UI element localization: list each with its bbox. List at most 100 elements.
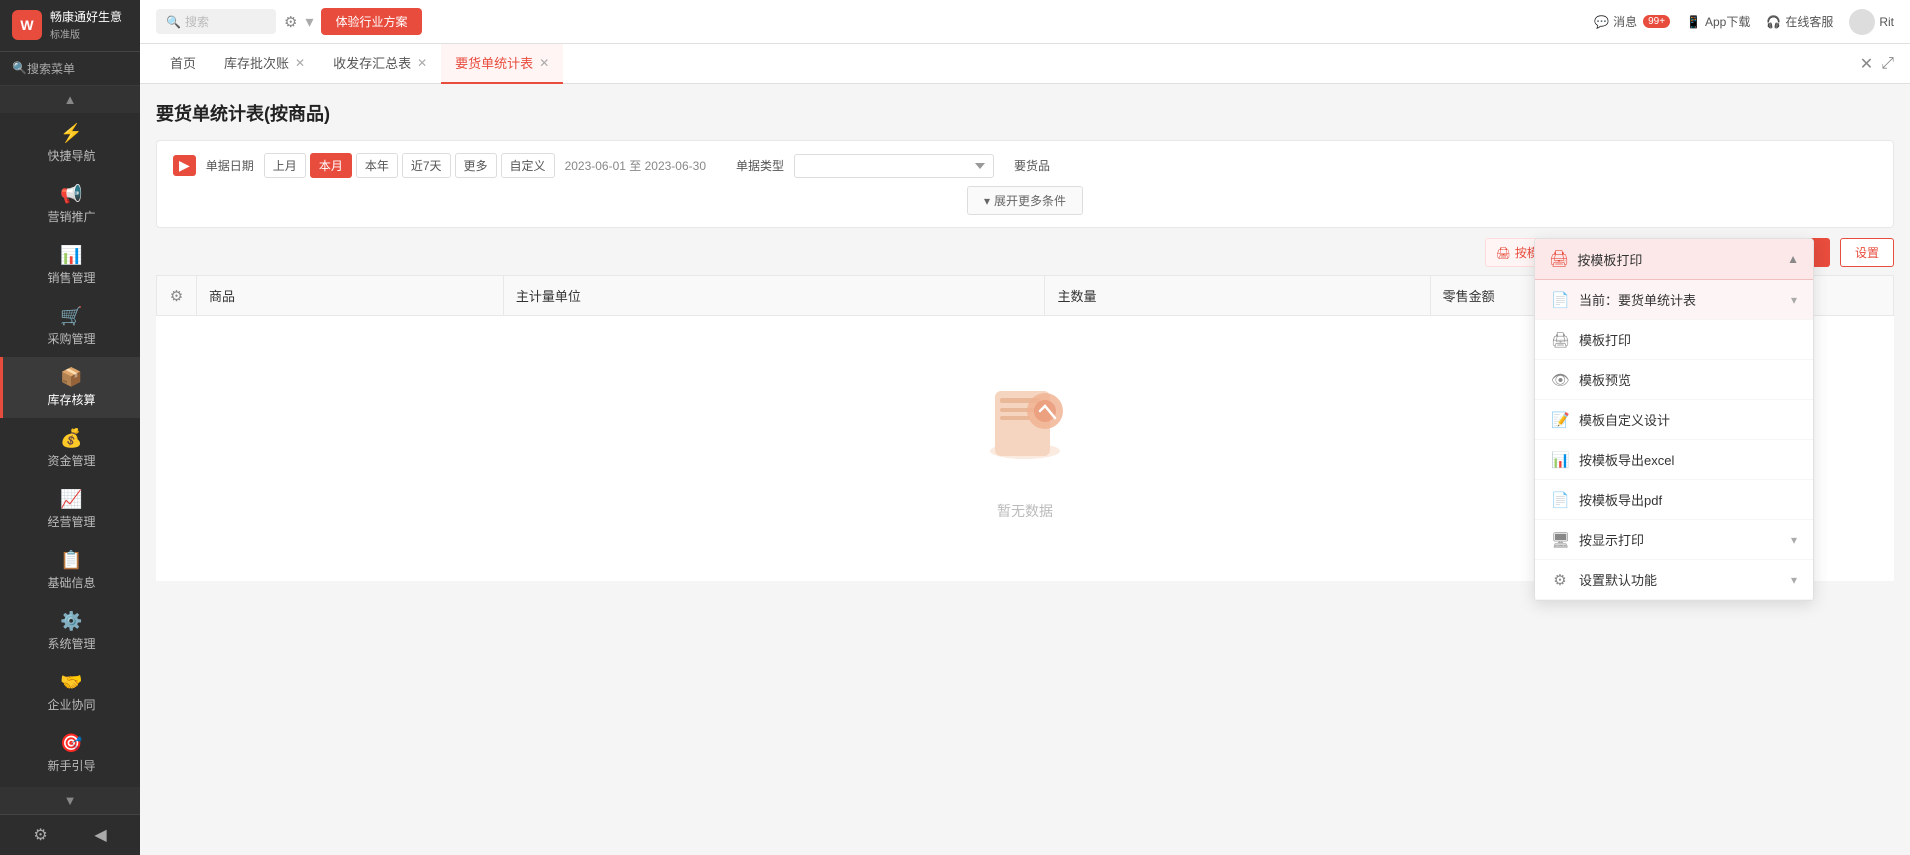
topbar: 🔍 搜索 ⚙ ▾ 体验行业方案 💬 消息 99+ 📱 App下载 🎧 在线客服 [140,0,1910,44]
trial-button[interactable]: 体验行业方案 [321,8,421,35]
window-close-button[interactable]: ✕ [1860,54,1873,74]
headset-icon: 🎧 [1766,15,1781,29]
date-btn-current-month[interactable]: 本月 [310,153,352,178]
tabs-bar: 首页 库存批次账 ✕ 收发存汇总表 ✕ 要货单统计表 ✕ ✕ ⤢ [140,44,1910,84]
finance-icon: 💰 [60,428,82,449]
topbar-right: 💬 消息 99+ 📱 App下载 🎧 在线客服 Rit [1594,9,1894,35]
dropdown-export-excel[interactable]: 📊 按模板导出excel [1535,440,1813,480]
sidebar-bottom: ⚙ ◀ [0,814,140,855]
sidebar-scroll-up[interactable]: ▲ [60,88,81,111]
template-preview-icon: 👁 [1551,371,1569,389]
phone-icon: 📱 [1686,15,1701,29]
app-logo-icon: W [12,10,42,40]
sidebar-item-enterprise[interactable]: 🤝 企业协同 [0,662,140,723]
date-btn-current-year[interactable]: 本年 [356,153,398,178]
export-pdf-icon: 📄 [1551,491,1569,509]
sidebar-item-purchase[interactable]: 🛒 采购管理 [0,296,140,357]
sidebar-settings-button[interactable]: ⚙ [33,825,47,845]
topbar-left: 🔍 搜索 ⚙ ▾ 体验行业方案 [156,8,1594,35]
col-unit: 主计量单位 [503,276,1045,316]
filter-expand-icon[interactable]: ▶ [173,155,196,176]
window-maximize-button[interactable]: ⤢ [1881,54,1894,74]
app-download-button[interactable]: 📱 App下载 [1686,13,1750,30]
dropdown-display-print[interactable]: 🖥 按显示打印 ▾ [1535,520,1813,560]
tab-home[interactable]: 首页 [156,44,210,84]
col-quantity: 主数量 [1045,276,1430,316]
topbar-search-box[interactable]: 🔍 搜索 [156,9,276,34]
tab-receivable-summary-close[interactable]: ✕ [417,56,427,70]
system-icon: ⚙️ [60,611,82,632]
col-settings-icon[interactable]: ⚙ [170,288,183,305]
sidebar-item-marketing[interactable]: 📢 营销推广 [0,174,140,235]
sidebar-logo: W 畅康通好生意 标准版 [0,0,140,52]
user-avatar-area[interactable]: Rit [1849,9,1894,35]
inventory-icon: 📦 [60,367,82,388]
customer-service-button[interactable]: 🎧 在线客服 [1766,13,1833,30]
print-dropdown: 🖨 按模板打印 ▲ 📄 当前：要货单统计表 ▾ 🖨 模板打印 👁 [1534,238,1814,601]
toolbar: 🖨 按模板打印 ▲ ⬆ 导出 ↻ 刷新 ··· 查询 设置 🖨 按模板打印 [156,238,1894,267]
sidebar-item-finance[interactable]: 💰 资金管理 [0,418,140,479]
purchase-icon: 🛒 [60,306,82,327]
sidebar-collapse-button[interactable]: ◀ [94,825,106,845]
settings-button[interactable]: 设置 [1840,238,1894,267]
sidebar-item-guide[interactable]: 🎯 新手引导 [0,723,140,784]
tab-receivable-summary[interactable]: 收发存汇总表 ✕ [319,44,441,84]
sidebar-scroll-down[interactable]: ▼ [60,789,81,812]
dropdown-template-preview[interactable]: 👁 模板预览 [1535,360,1813,400]
date-options: 上月 本月 本年 近7天 更多 自定义 [264,153,555,178]
marketing-icon: 📢 [60,184,82,205]
dropdown-current-template[interactable]: 📄 当前：要货单统计表 ▾ [1535,280,1813,320]
date-btn-prev-month[interactable]: 上月 [264,153,306,178]
page-title: 要货单统计表(按商品) [156,100,1894,126]
template-design-icon: 📝 [1551,411,1569,429]
col-settings[interactable]: ⚙ [157,276,197,316]
sales-icon: 📊 [60,245,82,266]
expand-more-btn[interactable]: ▾ 展开更多条件 [967,186,1083,215]
type-select[interactable] [794,154,994,178]
template-indicator-icon: 📄 [1551,291,1569,309]
window-buttons: ✕ ⤢ [1860,54,1894,74]
main-content: 🔍 搜索 ⚙ ▾ 体验行业方案 💬 消息 99+ 📱 App下载 🎧 在线客服 [140,0,1910,855]
expand-chevron-icon: ▾ [984,194,990,208]
date-btn-custom[interactable]: 自定义 [501,153,555,178]
export-excel-icon: 📊 [1551,451,1569,469]
message-button[interactable]: 💬 消息 99+ [1594,13,1670,30]
topbar-search-icon: 🔍 [166,15,181,29]
printer-icon: 🖨 [1496,246,1511,260]
sidebar-item-inventory[interactable]: 📦 库存核算 [0,357,140,418]
topbar-gear-icon[interactable]: ⚙ [284,13,297,31]
tab-inventory-batch[interactable]: 库存批次账 ✕ [210,44,319,84]
sidebar-item-sales[interactable]: 📊 销售管理 [0,235,140,296]
expand-more-row: ▾ 展开更多条件 [173,186,1877,215]
date-btn-last7[interactable]: 近7天 [402,153,451,178]
display-print-icon: 🖥 [1551,531,1569,549]
user-avatar [1849,9,1875,35]
dropdown-header: 🖨 按模板打印 ▲ [1535,239,1813,280]
dropdown-printer-icon: 🖨 [1549,249,1569,269]
tab-order-stats[interactable]: 要货单统计表 ✕ [441,44,563,84]
dropdown-export-pdf[interactable]: 📄 按模板导出pdf [1535,480,1813,520]
dropdown-template-print[interactable]: 🖨 模板打印 [1535,320,1813,360]
topbar-dropdown-arrow[interactable]: ▾ [305,12,313,32]
col-product: 商品 [197,276,504,316]
display-print-arrow-icon: ▾ [1791,533,1797,547]
shortcut-icon: ⚡ [60,123,82,144]
tab-inventory-batch-close[interactable]: ✕ [295,56,305,70]
sidebar-item-operations[interactable]: 📈 经营管理 [0,479,140,540]
current-template-arrow-icon: ▾ [1791,293,1797,307]
dropdown-collapse-icon[interactable]: ▲ [1787,252,1799,266]
app-logo-text: 畅康通好生意 标准版 [50,10,122,41]
sidebar-item-basic[interactable]: 📋 基础信息 [0,540,140,601]
dropdown-default-setting[interactable]: ⚙ 设置默认功能 ▾ [1535,560,1813,600]
sidebar-item-shortcut[interactable]: ⚡ 快捷导航 [0,113,140,174]
page-content: 要货单统计表(按商品) ▶ 单据日期 上月 本月 本年 近7天 更多 自定义 2… [140,84,1910,855]
sidebar-search[interactable]: 🔍 搜索菜单 [0,52,140,86]
filter-bar: ▶ 单据日期 上月 本月 本年 近7天 更多 自定义 2023-06-01 至 … [156,140,1894,228]
message-icon: 💬 [1594,15,1609,29]
default-setting-icon: ⚙ [1551,571,1569,589]
date-btn-more[interactable]: 更多 [455,153,497,178]
tab-order-stats-close[interactable]: ✕ [539,56,549,70]
sidebar-item-system[interactable]: ⚙️ 系统管理 [0,601,140,662]
sidebar-nav: ⚡ 快捷导航 📢 营销推广 📊 销售管理 🛒 采购管理 📦 库存核算 💰 资金管… [0,113,140,787]
dropdown-template-design[interactable]: 📝 模板自定义设计 [1535,400,1813,440]
